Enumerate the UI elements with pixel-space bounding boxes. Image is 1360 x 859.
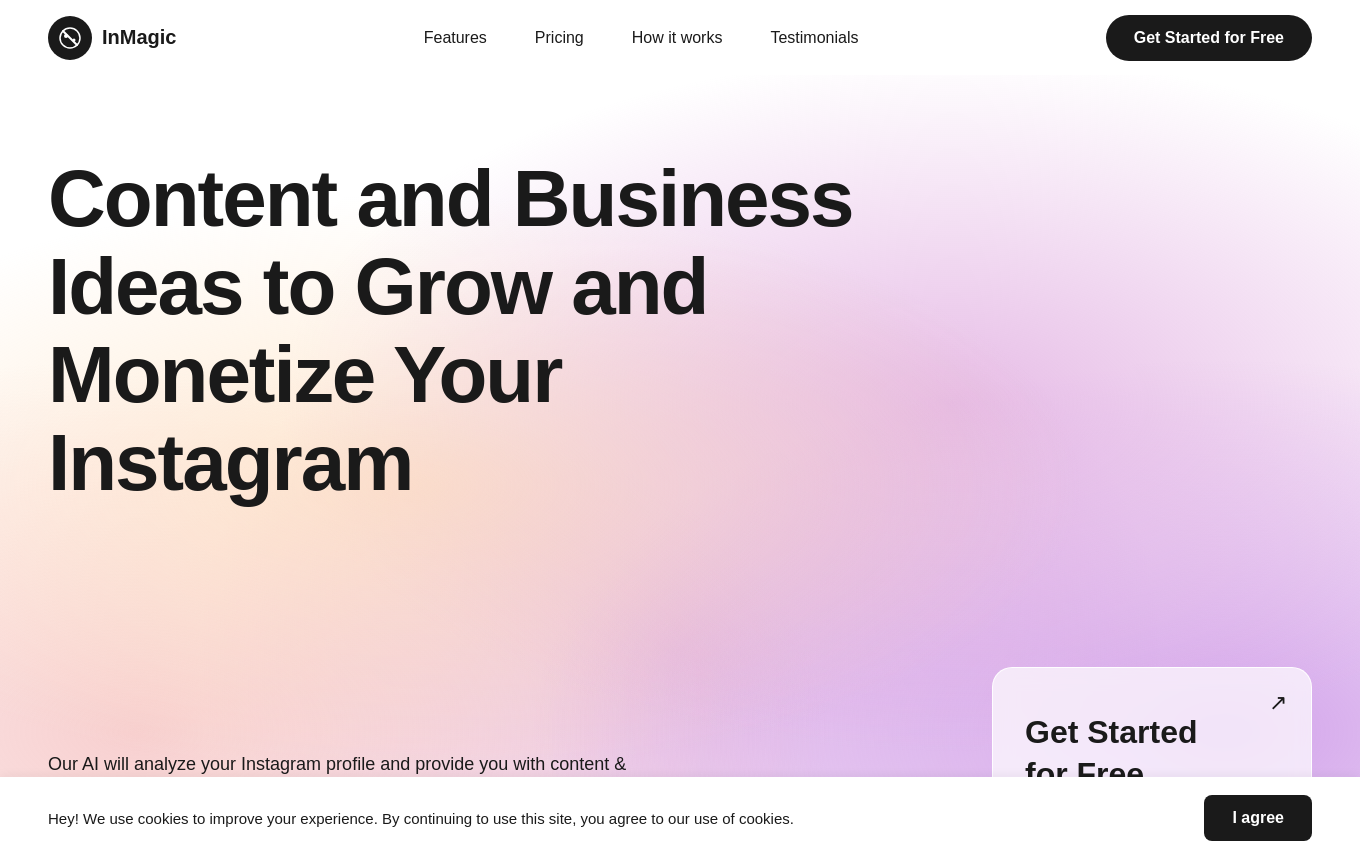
cookie-message: Hey! We use cookies to improve your expe… <box>48 810 794 827</box>
hero-section: Content and Business Ideas to Grow and M… <box>0 75 1360 859</box>
cookie-banner: Hey! We use cookies to improve your expe… <box>0 777 1360 859</box>
logo-icon <box>48 16 92 60</box>
hero-headline: Content and Business Ideas to Grow and M… <box>48 155 908 507</box>
svg-point-2 <box>64 34 68 38</box>
arrow-icon: ↗ <box>1269 690 1287 716</box>
logo-link[interactable]: InMagic <box>48 16 176 60</box>
svg-line-1 <box>63 31 77 45</box>
hero-content: Content and Business Ideas to Grow and M… <box>48 155 1312 836</box>
nav-link-how-it-works[interactable]: How it works <box>632 29 723 46</box>
logo-text: InMagic <box>102 26 176 49</box>
nav-links: Features Pricing How it works Testimonia… <box>424 29 859 47</box>
nav-cta-button[interactable]: Get Started for Free <box>1106 15 1312 61</box>
nav-link-pricing[interactable]: Pricing <box>535 29 584 46</box>
cookie-agree-button[interactable]: I agree <box>1204 795 1312 841</box>
nav-link-testimonials[interactable]: Testimonials <box>770 29 858 46</box>
navbar: InMagic Features Pricing How it works Te… <box>0 0 1360 75</box>
svg-point-3 <box>73 38 76 41</box>
nav-link-features[interactable]: Features <box>424 29 487 46</box>
